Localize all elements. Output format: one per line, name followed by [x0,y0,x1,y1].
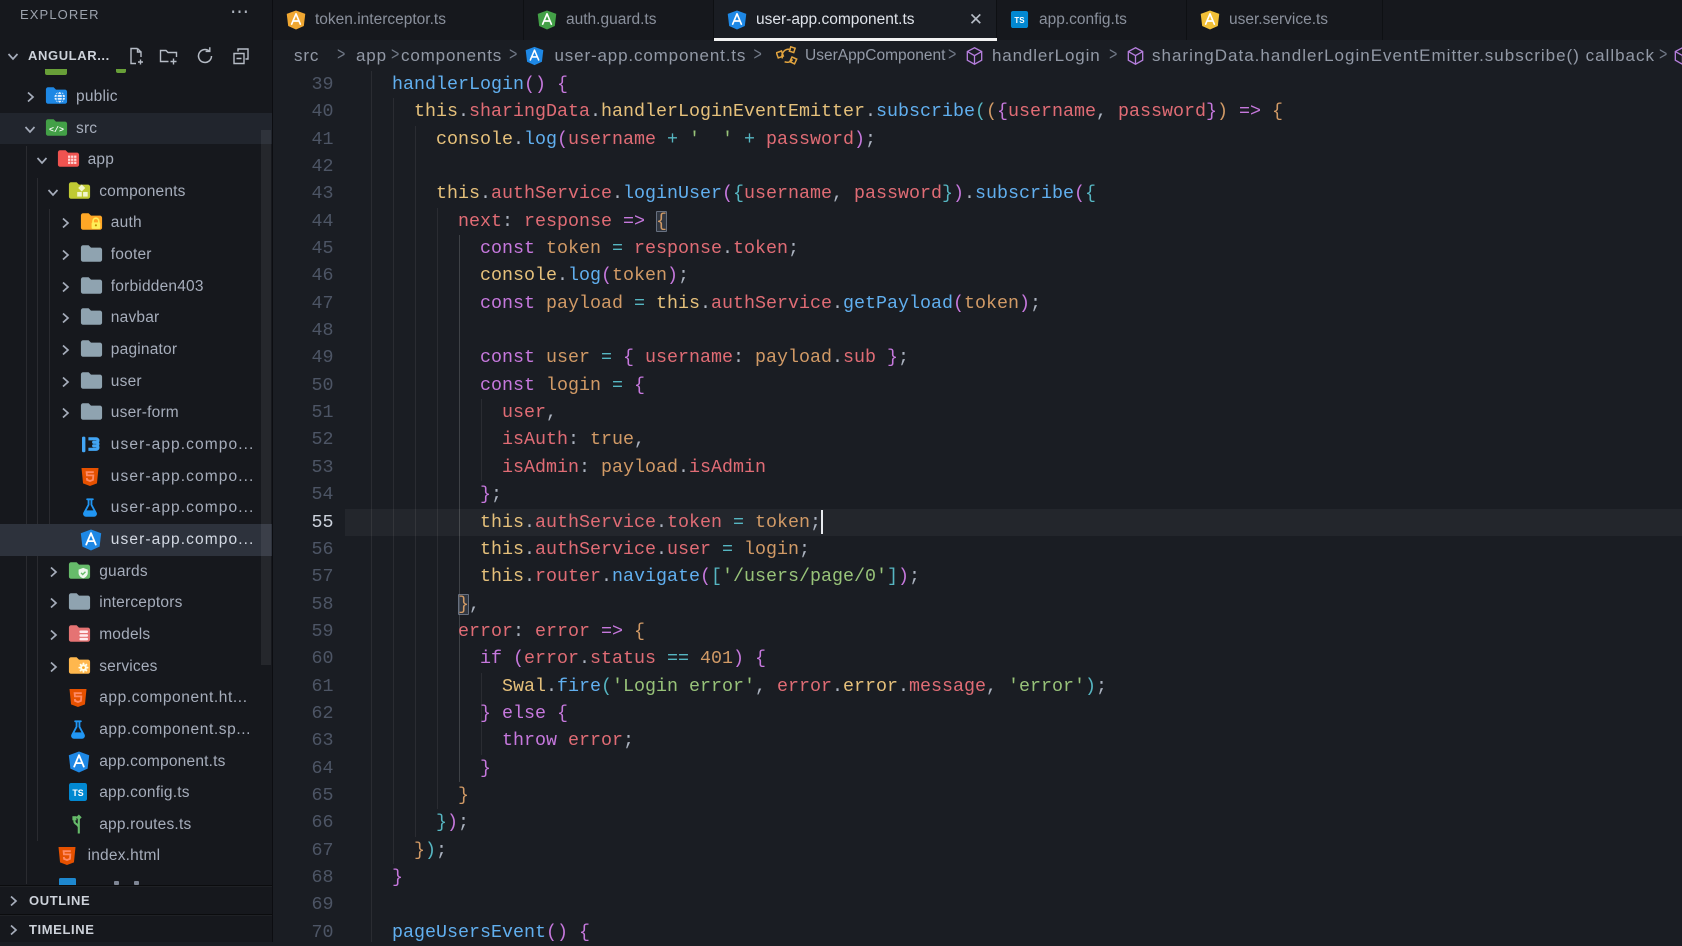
svg-text:TS: TS [73,788,84,798]
svg-text:</>: </> [49,125,64,135]
